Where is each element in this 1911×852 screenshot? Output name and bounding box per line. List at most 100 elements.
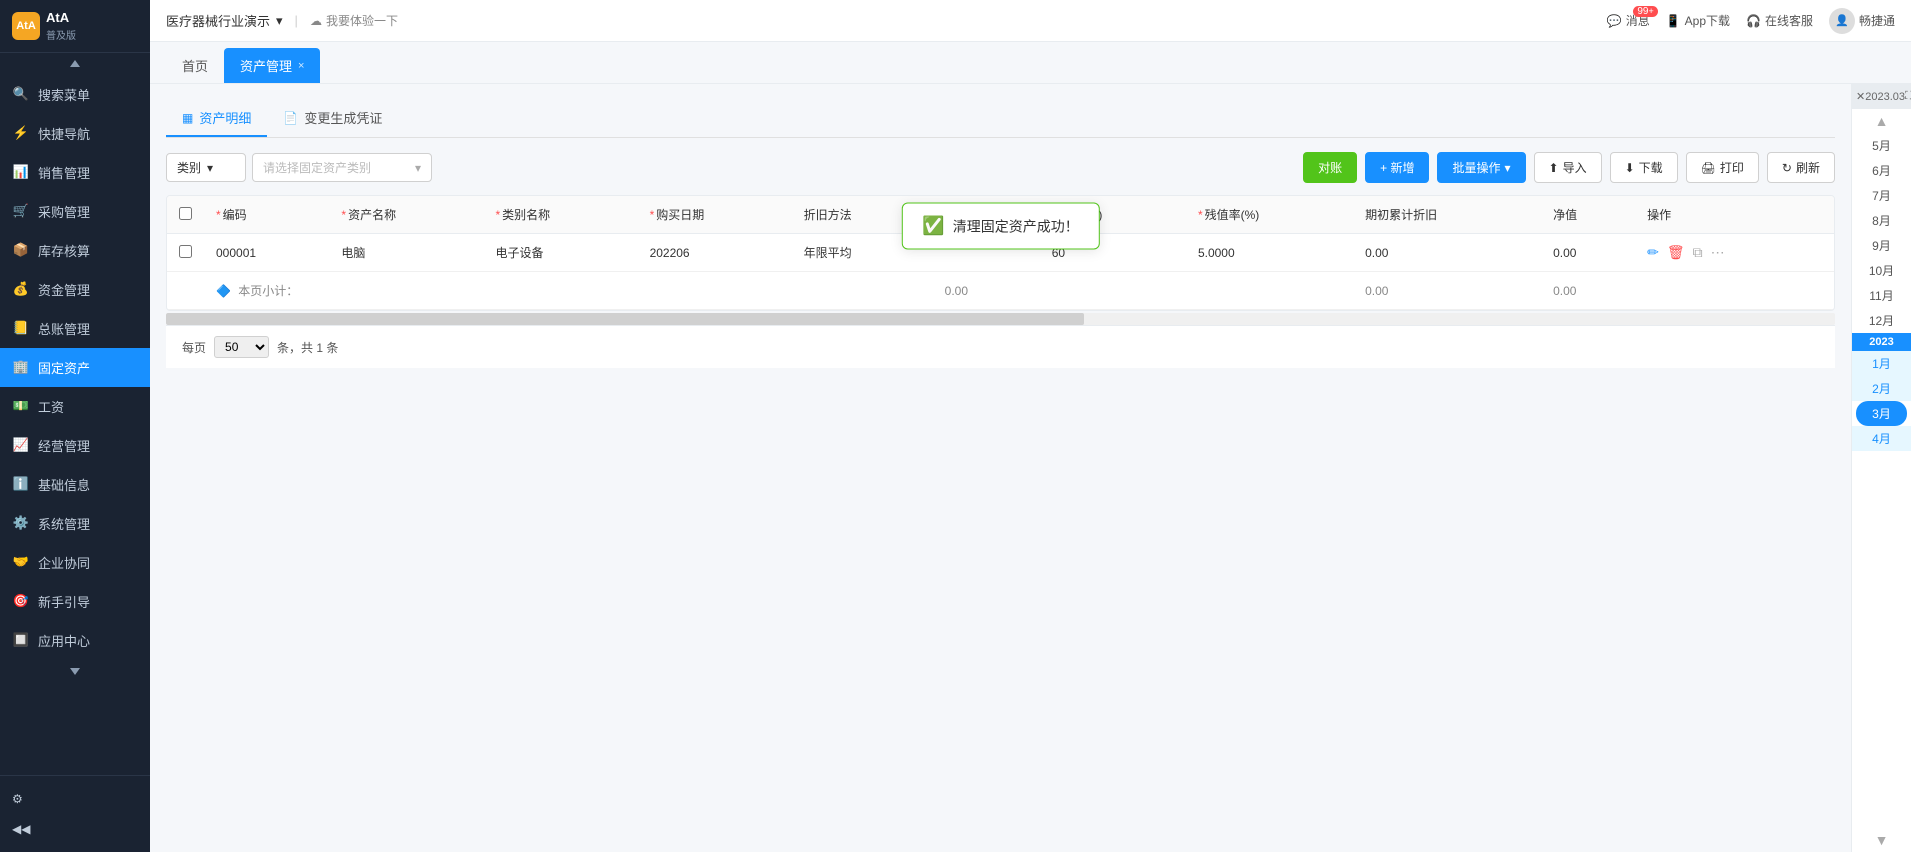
th-actions: 操作 xyxy=(1635,196,1834,234)
sidebar-label-sales: 销售管理 xyxy=(38,163,90,182)
refresh-btn[interactable]: ↻ 刷新 xyxy=(1767,152,1835,183)
export-btn[interactable]: ⬆ 导入 xyxy=(1534,152,1602,183)
app-center-icon: 🔲 xyxy=(12,631,30,649)
page-size-select[interactable]: 10 20 50 100 xyxy=(214,336,269,358)
sidebar-item-search[interactable]: 🔍搜索菜单 xyxy=(0,75,150,114)
month-12月[interactable]: 12月 xyxy=(1852,308,1911,333)
collapse-icon: ◀◀ xyxy=(12,822,30,836)
sidebar-label-operations: 经营管理 xyxy=(38,436,90,455)
sidebar-scroll-up[interactable] xyxy=(0,53,150,75)
logo-text: AtA 普及版 xyxy=(46,10,76,42)
sidebar-items: 🔍搜索菜单⚡快捷导航 📊 销售管理 🛒采购管理📦库存核算💰资金管理📒总账管理🏢固定资产… xyxy=(0,75,150,660)
toolbar-right: 对账 + 新增 批量操作 ▾ ⬆ 导入 ⬇ 下载 xyxy=(1303,152,1835,183)
month-4月[interactable]: 4月 xyxy=(1852,426,1911,451)
select-all-checkbox[interactable] xyxy=(179,207,192,220)
sidebar-item-system[interactable]: ⚙️系统管理 xyxy=(0,504,150,543)
category-select[interactable]: 类别 ▾ xyxy=(166,153,246,182)
sidebar-item-cooperation[interactable]: 🤝企业协同 xyxy=(0,543,150,582)
delete-action[interactable]: 🗑 xyxy=(1667,244,1685,261)
refresh-icon: ↻ xyxy=(1782,161,1792,175)
reconcile-btn[interactable]: 对账 xyxy=(1303,152,1357,183)
cell-initial-dep: 0.00 xyxy=(1353,234,1541,272)
company-name: 医疗器械行业演示 xyxy=(166,11,270,30)
row-checkbox-cell xyxy=(167,234,204,272)
horizontal-scrollbar[interactable] xyxy=(166,313,1835,325)
copy-action[interactable]: ⧉ xyxy=(1693,244,1703,261)
sales-icon: 📊 xyxy=(12,163,30,181)
tab-home[interactable]: 首页 xyxy=(166,48,224,83)
experience-btn[interactable]: ☁ 我要体验一下 xyxy=(310,12,398,29)
more-action[interactable]: ⋯ xyxy=(1711,244,1725,261)
tab-close-icon[interactable]: × xyxy=(298,60,304,72)
month-8月[interactable]: 8月 xyxy=(1852,208,1911,233)
scroll-up-btn[interactable]: ▲ xyxy=(1852,109,1911,133)
subtotal-empty-1 xyxy=(167,272,204,310)
th-residual-rate: *残值率(%) xyxy=(1186,196,1353,234)
message-btn[interactable]: 💬 消息 99+ xyxy=(1607,12,1650,29)
sidebar-item-app-center[interactable]: 🔲 应用中心 xyxy=(0,621,150,660)
logo-icon: AtA xyxy=(12,12,40,40)
sidebar-item-purchase[interactable]: 🛒采购管理 xyxy=(0,192,150,231)
month-9月[interactable]: 9月 xyxy=(1852,233,1911,258)
sidebar-item-general-ledger[interactable]: 📒总账管理 xyxy=(0,309,150,348)
category-input[interactable]: 请选择固定资产类别 ▾ xyxy=(252,153,432,182)
sidebar-item-quick-nav[interactable]: ⚡快捷导航 xyxy=(0,114,150,153)
sidebar-item-guide[interactable]: 🎯新手引导 xyxy=(0,582,150,621)
month-2月[interactable]: 2月 xyxy=(1852,376,1911,401)
sidebar-item-fund[interactable]: 💰资金管理 xyxy=(0,270,150,309)
company-selector[interactable]: 医疗器械行业演示 ▾ xyxy=(166,11,283,30)
page-content: ▦ 资产明细 📄 变更生成凭证 类别 ▾ xyxy=(150,84,1851,852)
edit-action[interactable]: ✏ xyxy=(1647,244,1659,261)
tabbar: 首页 资产管理 × xyxy=(150,42,1911,84)
print-icon: 🖨 xyxy=(1701,161,1716,175)
success-icon: ✅ xyxy=(922,216,944,237)
sidebar-item-operations[interactable]: 📈经营管理 xyxy=(0,426,150,465)
print-btn[interactable]: 🖨 打印 xyxy=(1686,152,1759,183)
subtotal-initial-dep: 0.00 xyxy=(1353,272,1541,310)
sidebar-collapse[interactable]: ◀◀ xyxy=(0,814,150,844)
sidebar-item-basic-info[interactable]: ℹ️ 基础信息 xyxy=(0,465,150,504)
message-icon: 💬 xyxy=(1607,14,1622,28)
sidebar: AtA AtA 普及版 🔍搜索菜单⚡快捷导航 📊 销售管理 🛒采购管理📦库存核算💰资金… xyxy=(0,0,150,852)
close-panel-icon[interactable]: ✕ xyxy=(1856,90,1865,103)
basic-info-icon: ℹ️ xyxy=(12,475,30,493)
sidebar-label-app-center: 应用中心 xyxy=(38,631,90,650)
tab-asset-management[interactable]: 资产管理 × xyxy=(224,48,320,83)
tab-change-voucher[interactable]: 📄 变更生成凭证 xyxy=(267,100,398,137)
sidebar-scroll-down[interactable] xyxy=(0,660,150,682)
month-3月[interactable]: 3月 xyxy=(1856,401,1907,426)
sidebar-item-payroll[interactable]: 💵工资 xyxy=(0,387,150,426)
guide-icon: 🎯 xyxy=(12,592,30,610)
sidebar-item-fixed-asset[interactable]: 🏢固定资产 xyxy=(0,348,150,387)
download-btn[interactable]: ⬇ 下载 xyxy=(1610,152,1678,183)
month-1月[interactable]: 1月 xyxy=(1852,351,1911,376)
toolbar-left: 类别 ▾ 请选择固定资产类别 ▾ xyxy=(166,153,1295,182)
sidebar-settings[interactable]: ⚙ xyxy=(0,784,150,814)
category-dropdown-icon: ▾ xyxy=(207,161,213,175)
subtotal-actions-empty xyxy=(1635,272,1834,310)
topbar: 医疗器械行业演示 ▾ | ☁ 我要体验一下 💬 消息 99+ 📱 App下载 🎧… xyxy=(150,0,1911,42)
sidebar-label-basic-info: 基础信息 xyxy=(38,475,90,494)
purchase-icon: 🛒 xyxy=(12,202,30,220)
month-6月[interactable]: 6月 xyxy=(1852,158,1911,183)
sidebar-item-inventory[interactable]: 📦库存核算 xyxy=(0,231,150,270)
subtotal-rate-empty xyxy=(1186,272,1353,310)
batch-btn[interactable]: 批量操作 ▾ xyxy=(1437,152,1525,183)
month-7月[interactable]: 7月 xyxy=(1852,183,1911,208)
month-5月[interactable]: 5月 xyxy=(1852,133,1911,158)
sidebar-label-fund: 资金管理 xyxy=(38,280,90,299)
row-checkbox[interactable] xyxy=(179,245,192,258)
new-btn[interactable]: + 新增 xyxy=(1365,152,1429,183)
user-profile[interactable]: 👤 畅捷通 xyxy=(1829,8,1895,34)
month-10月[interactable]: 10月 xyxy=(1852,258,1911,283)
month-11月[interactable]: 11月 xyxy=(1852,283,1911,308)
sidebar-item-sales[interactable]: 📊 销售管理 xyxy=(0,153,150,192)
expand-panel-icon[interactable]: ⛶ xyxy=(1905,90,1911,103)
scroll-down-btn[interactable]: ▼ xyxy=(1852,828,1911,852)
subtotal-icon: 🔷 xyxy=(216,284,231,298)
fixed-asset-icon: 🏢 xyxy=(12,358,30,376)
year-marker: 2023 xyxy=(1852,333,1911,351)
online-service-btn[interactable]: 🎧 在线客服 xyxy=(1746,12,1813,29)
tab-asset-detail[interactable]: ▦ 资产明细 xyxy=(166,100,267,137)
app-download-btn[interactable]: 📱 App下载 xyxy=(1666,12,1730,29)
